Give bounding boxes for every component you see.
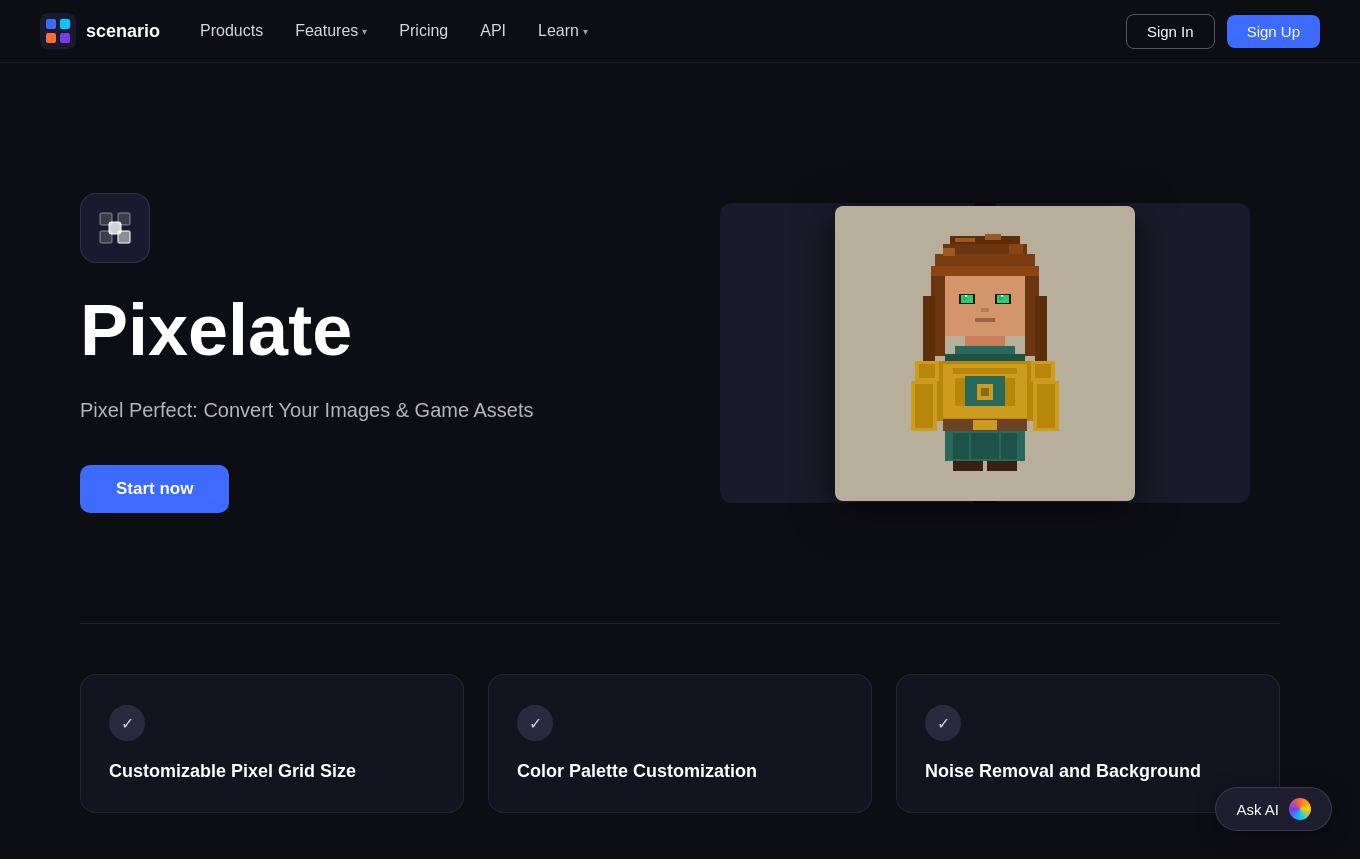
nav-item-learn[interactable]: Learn ▾ — [538, 22, 588, 40]
nav-item-features[interactable]: Features ▾ — [295, 22, 367, 40]
sign-in-button[interactable]: Sign In — [1126, 14, 1215, 49]
svg-rect-44 — [919, 364, 935, 378]
nav-item-pricing[interactable]: Pricing — [399, 22, 448, 40]
svg-rect-3 — [46, 33, 56, 43]
features-section: ✓ Customizable Pixel Grid Size ✓ Color P… — [0, 624, 1360, 853]
ask-ai-label: Ask AI — [1236, 801, 1279, 818]
svg-rect-61 — [943, 248, 955, 256]
hero-title: Pixelate — [80, 291, 630, 370]
feature-title-1: Color Palette Customization — [517, 761, 843, 782]
svg-rect-14 — [931, 266, 1039, 276]
pixel-character-svg — [835, 206, 1135, 501]
svg-rect-46 — [1035, 364, 1051, 378]
nav-link-learn[interactable]: Learn ▾ — [538, 22, 588, 40]
feature-card-0: ✓ Customizable Pixel Grid Size — [80, 674, 464, 813]
svg-rect-9 — [109, 222, 121, 234]
feature-check-icon-0: ✓ — [109, 705, 145, 741]
hero-left: Pixelate Pixel Perfect: Convert Your Ima… — [80, 193, 630, 512]
svg-rect-4 — [60, 33, 70, 43]
ask-ai-button[interactable]: Ask AI — [1215, 787, 1332, 831]
hero-image-container — [720, 203, 1250, 503]
svg-rect-2 — [60, 19, 70, 29]
logo-icon — [40, 13, 76, 49]
svg-rect-29 — [1001, 295, 1003, 297]
svg-rect-15 — [945, 276, 1025, 336]
feature-title-0: Customizable Pixel Grid Size — [109, 761, 435, 782]
nav-link-pricing[interactable]: Pricing — [399, 22, 448, 40]
hero-right — [690, 203, 1280, 503]
svg-rect-54 — [953, 433, 969, 459]
nav-link-api[interactable]: API — [480, 22, 506, 40]
svg-rect-52 — [973, 420, 997, 430]
svg-rect-58 — [987, 461, 1017, 471]
chevron-down-icon-learn: ▾ — [583, 26, 588, 37]
nav-item-api[interactable]: API — [480, 22, 506, 40]
ai-orb-icon — [1289, 798, 1311, 820]
sign-up-button[interactable]: Sign Up — [1227, 15, 1320, 48]
svg-rect-42 — [981, 388, 989, 396]
nav-right: Sign In Sign Up — [1126, 14, 1320, 49]
svg-rect-55 — [1001, 433, 1017, 459]
svg-rect-48 — [915, 384, 933, 428]
svg-rect-37 — [953, 368, 1017, 374]
svg-rect-39 — [955, 378, 965, 406]
start-now-button[interactable]: Start now — [80, 465, 229, 513]
nav-item-products[interactable]: Products — [200, 22, 263, 40]
svg-rect-28 — [965, 295, 967, 297]
svg-rect-62 — [1009, 244, 1023, 254]
svg-rect-60 — [985, 234, 1001, 240]
pixel-art-panel — [835, 206, 1135, 501]
feature-title-2: Noise Removal and Background — [925, 761, 1251, 782]
hero-subtitle: Pixel Perfect: Convert Your Images & Gam… — [80, 395, 630, 425]
svg-rect-31 — [975, 318, 995, 322]
svg-rect-40 — [1005, 378, 1015, 406]
nav-left: scenario Products Features ▾ Pricing — [40, 13, 588, 49]
nav-link-products[interactable]: Products — [200, 22, 263, 40]
product-icon — [80, 193, 150, 263]
logo[interactable]: scenario — [40, 13, 160, 49]
nav-links: Products Features ▾ Pricing API — [200, 22, 588, 40]
hero-section: Pixelate Pixel Perfect: Convert Your Ima… — [0, 63, 1360, 623]
svg-rect-59 — [955, 238, 975, 242]
pixelate-icon — [96, 209, 134, 247]
logo-text: scenario — [86, 21, 160, 42]
feature-card-1: ✓ Color Palette Customization — [488, 674, 872, 813]
nav-link-features[interactable]: Features ▾ — [295, 22, 367, 40]
svg-rect-50 — [1037, 384, 1055, 428]
feature-check-icon-1: ✓ — [517, 705, 553, 741]
svg-rect-56 — [971, 433, 999, 459]
svg-rect-30 — [981, 308, 989, 312]
svg-rect-57 — [953, 461, 983, 471]
main-nav: scenario Products Features ▾ Pricing — [0, 0, 1360, 63]
svg-rect-1 — [46, 19, 56, 29]
chevron-down-icon: ▾ — [362, 26, 367, 37]
svg-rect-0 — [40, 13, 76, 49]
feature-check-icon-2: ✓ — [925, 705, 961, 741]
